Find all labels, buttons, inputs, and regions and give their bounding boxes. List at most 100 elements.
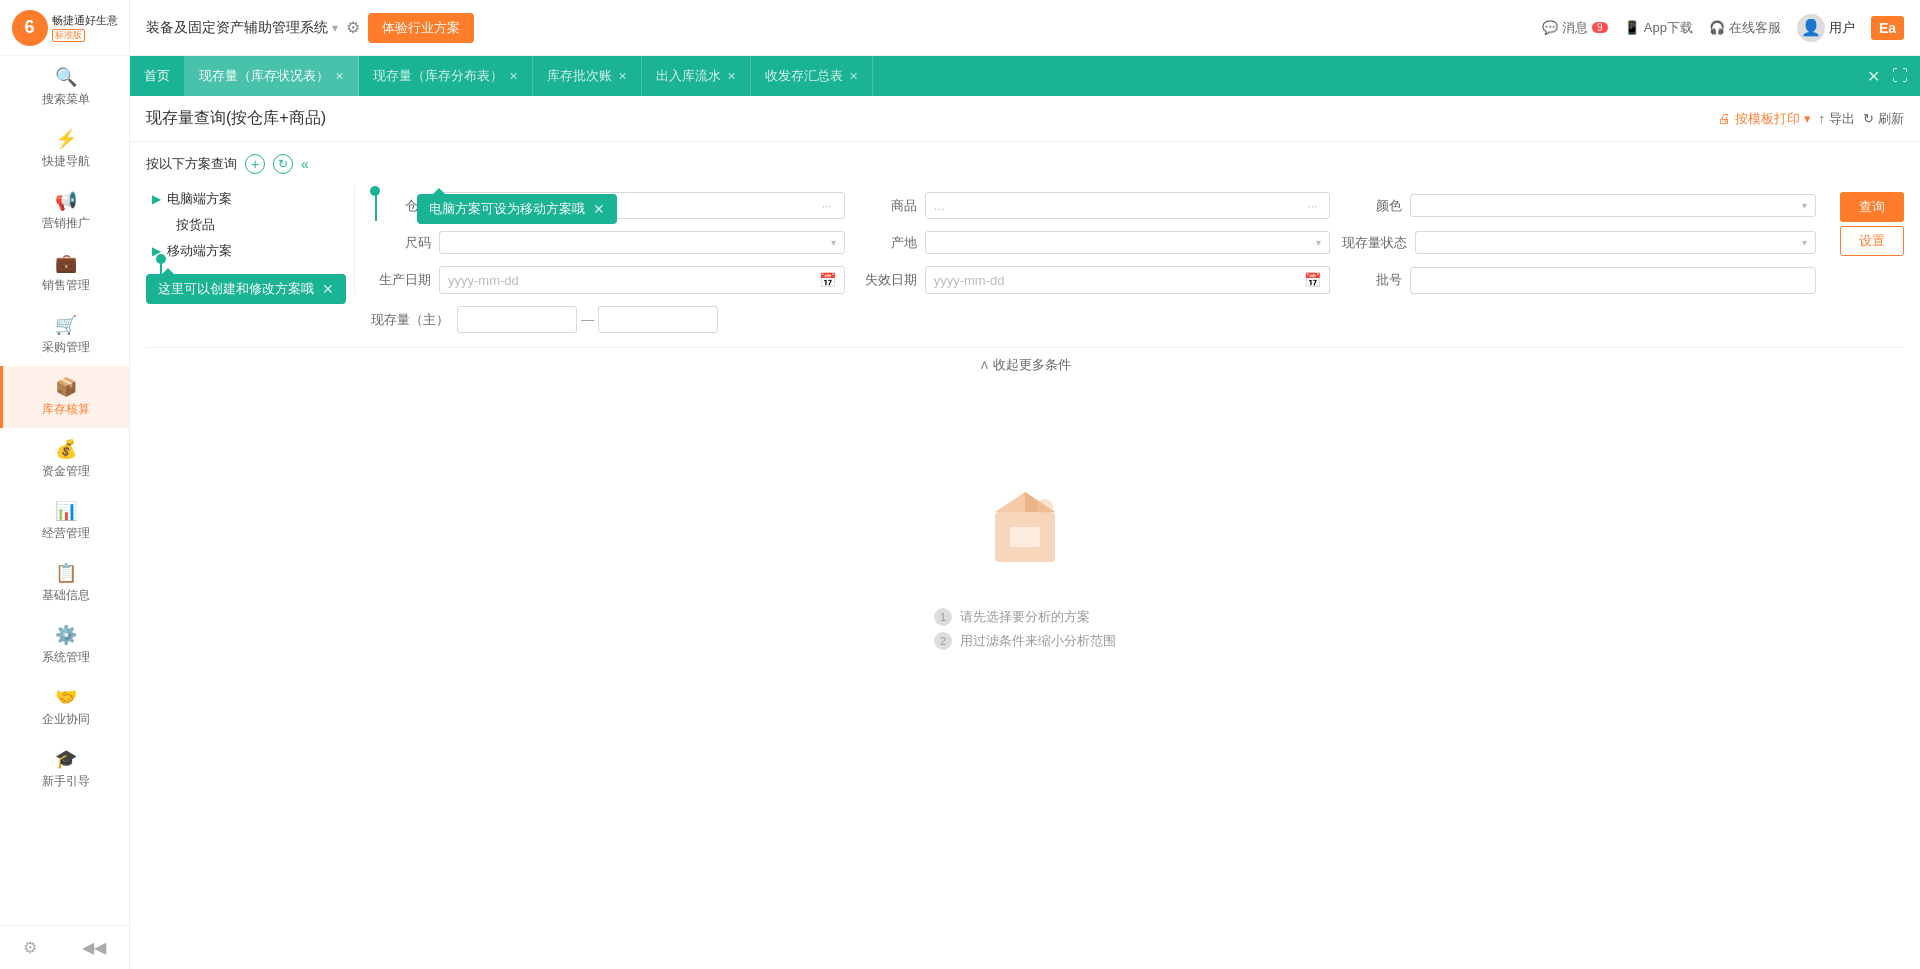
tab-close-inventory-status[interactable]: ✕ <box>335 70 344 83</box>
warehouse-more-icon[interactable]: ··· <box>818 199 836 213</box>
header-settings-icon[interactable]: ⚙ <box>346 18 360 37</box>
operation-icon: 📊 <box>55 500 77 522</box>
tab-summary[interactable]: 收发存汇总表 ✕ <box>751 56 873 96</box>
sidebar-item-quicknav[interactable]: ⚡ 快捷导航 <box>0 118 129 180</box>
origin-label: 产地 <box>857 234 917 252</box>
tab-flow[interactable]: 出入库流水 ✕ <box>642 56 751 96</box>
user-menu[interactable]: 👤 用户 <box>1797 14 1855 42</box>
tab-close-all-icon[interactable]: ✕ <box>1863 63 1884 90</box>
batch-label: 批号 <box>1342 271 1402 289</box>
refresh-button[interactable]: ↻ 刷新 <box>1863 110 1904 128</box>
sidebar-item-inventory[interactable]: 📦 库存核算 <box>0 366 129 428</box>
stock-status-label: 现存量状态 <box>1342 234 1407 252</box>
experience-button[interactable]: 体验行业方案 <box>368 13 474 43</box>
scheme-tooltip-close[interactable]: ✕ <box>593 201 605 217</box>
scheme-desktop-child[interactable]: 按货品 <box>170 212 346 238</box>
filter-add-button[interactable]: + <box>245 154 265 174</box>
sidebar-item-system[interactable]: ⚙️ 系统管理 <box>0 614 129 676</box>
page-title: 现存量查询(按仓库+商品) <box>146 108 326 129</box>
stock-main-from[interactable] <box>457 306 577 333</box>
app-download-label: App下载 <box>1644 19 1693 37</box>
scheme-mobile-label: 移动端方案 <box>167 242 232 260</box>
quicknav-icon: ⚡ <box>55 128 77 150</box>
tab-expand-icon[interactable]: ⛶ <box>1888 63 1912 89</box>
basic-icon: 📋 <box>55 562 77 584</box>
stock-status-select[interactable]: ▾ <box>1415 231 1816 254</box>
sidebar-item-finance[interactable]: 💰 资金管理 <box>0 428 129 490</box>
sidebar-item-marketing[interactable]: 📢 营销推广 <box>0 180 129 242</box>
sidebar-item-sales[interactable]: 💼 销售管理 <box>0 242 129 304</box>
scheme-desktop-node[interactable]: ▶ 电脑端方案 <box>146 186 346 212</box>
scheme-create-tooltip-close[interactable]: ✕ <box>322 281 334 297</box>
expire-date-input[interactable]: yyyy-mm-dd 📅 <box>925 266 1331 294</box>
system-name-select[interactable]: 装备及固定资产辅助管理系统 ▾ <box>146 19 338 37</box>
sidebar-item-search[interactable]: 🔍 搜索菜单 <box>0 56 129 118</box>
goods-more-icon[interactable]: ··· <box>1303 199 1321 213</box>
tab-close-inventory-dist[interactable]: ✕ <box>509 70 518 83</box>
headset-icon: 🎧 <box>1709 20 1725 35</box>
filter-row-3: 生产日期 yyyy-mm-dd 📅 失效日期 yyyy-mm-dd <box>355 260 1832 300</box>
batch-input[interactable] <box>1410 267 1816 294</box>
size-select[interactable]: ▾ <box>439 231 845 254</box>
tab-bar: 首页 现存量（库存状况表） ✕ 现存量（库存分布表） ✕ 库存批次账 ✕ 出入库… <box>130 56 1920 96</box>
sidebar-item-operation[interactable]: 📊 经营管理 <box>0 490 129 552</box>
filter-expire-date: 失效日期 yyyy-mm-dd 📅 <box>857 266 1331 294</box>
filter-area: 按以下方案查询 + ↻ « 电脑方案可设为移动方案哦 ✕ <box>130 142 1920 382</box>
create-tooltip-dot <box>156 254 166 264</box>
filter-label: 按以下方案查询 <box>146 155 237 173</box>
print-icon: 🖨 <box>1718 111 1731 126</box>
tab-inventory-dist[interactable]: 现存量（库存分布表） ✕ <box>359 56 533 96</box>
inventory-icon: 📦 <box>55 376 77 398</box>
stock-main-to[interactable] <box>598 306 718 333</box>
scheme-desktop-label: 电脑端方案 <box>167 190 232 208</box>
message-button[interactable]: 💬 消息 9 <box>1542 19 1608 37</box>
filter-arrow-icon[interactable]: « <box>301 156 309 172</box>
goods-placeholder: ... <box>934 198 945 213</box>
origin-select[interactable]: ▾ <box>925 231 1331 254</box>
step-num-1: 1 <box>934 608 952 626</box>
sidebar-item-basic[interactable]: 📋 基础信息 <box>0 552 129 614</box>
message-icon: 💬 <box>1542 20 1558 35</box>
tab-inventory-status[interactable]: 现存量（库存状况表） ✕ <box>185 56 359 96</box>
filter-refresh-button[interactable]: ↻ <box>273 154 293 174</box>
tab-close-batch[interactable]: ✕ <box>618 70 627 83</box>
size-dropdown-arrow: ▾ <box>831 237 836 248</box>
template-print-button[interactable]: 🖨 按模板打印 ▾ <box>1718 110 1811 128</box>
sidebar-item-corp[interactable]: 🤝 企业协同 <box>0 676 129 738</box>
app-download-button[interactable]: 📱 App下载 <box>1624 19 1693 37</box>
collapse-sidebar-icon[interactable]: ◀◀ <box>82 938 106 957</box>
tab-home[interactable]: 首页 <box>130 56 185 96</box>
marketing-icon: 📢 <box>55 190 77 212</box>
tab-close-summary[interactable]: ✕ <box>849 70 858 83</box>
settings-bottom-icon[interactable]: ⚙ <box>23 938 37 957</box>
collapse-button[interactable]: ∧ 收起更多条件 <box>146 347 1904 382</box>
color-dropdown-arrow: ▾ <box>1802 200 1807 211</box>
filter-origin: 产地 ▾ <box>857 231 1331 254</box>
scheme-tree: ▶ 电脑端方案 按货品 ▶ 移动端方案 <box>146 186 355 294</box>
produce-date-input[interactable]: yyyy-mm-dd 📅 <box>439 266 845 294</box>
guide-icon: 🎓 <box>55 748 77 770</box>
expire-date-label: 失效日期 <box>857 271 917 289</box>
expire-date-calendar-icon[interactable]: 📅 <box>1304 272 1321 288</box>
goods-select[interactable]: ... ··· <box>925 192 1331 219</box>
notification-badge: 9 <box>1592 22 1608 33</box>
step-num-2: 2 <box>934 632 952 650</box>
sidebar-item-purchase[interactable]: 🛒 采购管理 <box>0 304 129 366</box>
produce-date-calendar-icon[interactable]: 📅 <box>819 272 836 288</box>
setting-button[interactable]: 设置 <box>1840 226 1904 256</box>
scheme-tooltip: 电脑方案可设为移动方案哦 ✕ <box>417 194 617 224</box>
purchase-icon: 🛒 <box>55 314 77 336</box>
tab-batch[interactable]: 库存批次账 ✕ <box>533 56 642 96</box>
sidebar: 6 畅捷通好生意 标准版 🔍 搜索菜单 ⚡ 快捷导航 📢 营销推广 💼 销售管理… <box>0 0 130 969</box>
scheme-mobile-node[interactable]: ▶ 移动端方案 <box>146 238 346 264</box>
export-button[interactable]: ↑ 导出 <box>1819 110 1856 128</box>
search-button[interactable]: 查询 <box>1840 192 1904 222</box>
tab-close-flow[interactable]: ✕ <box>727 70 736 83</box>
color-select[interactable]: ▾ <box>1410 194 1816 217</box>
ea-badge: Ea <box>1871 16 1904 40</box>
export-icon: ↑ <box>1819 111 1826 126</box>
sidebar-item-guide[interactable]: 🎓 新手引导 <box>0 738 129 800</box>
search-icon: 🔍 <box>55 66 77 88</box>
filter-row-4: 现存量（主） — <box>355 300 1832 339</box>
online-support-button[interactable]: 🎧 在线客服 <box>1709 19 1781 37</box>
